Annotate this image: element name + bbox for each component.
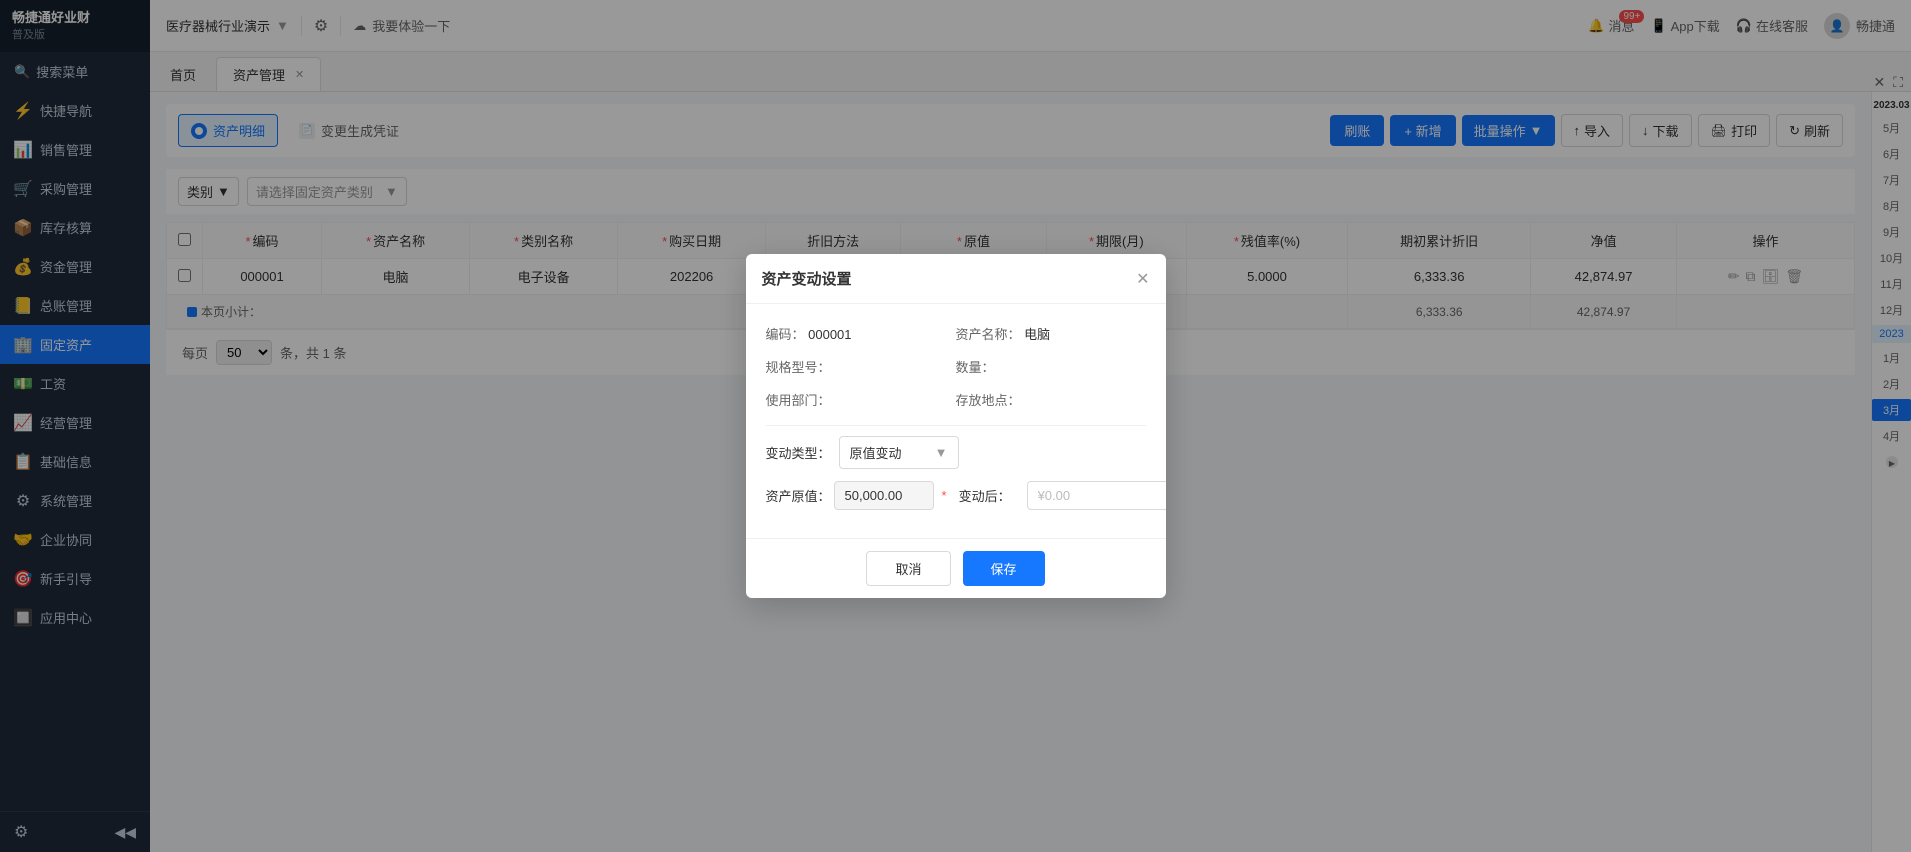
modal-spec-label: 规格型号： — [766, 360, 831, 375]
modal-code-value: 000001 — [808, 327, 851, 342]
modal-storage-label: 存放地点： — [956, 393, 1021, 408]
modal-storage-item: 存放地点： — [956, 386, 1146, 413]
modal-body: 编码： 000001 资产名称： 电脑 规格型号： 数量： — [746, 304, 1166, 538]
modal-change-type-dropdown-icon: ▼ — [935, 445, 948, 460]
modal-overlay: 资产变动设置 ✕ 编码： 000001 资产名称： 电脑 — [150, 92, 1911, 852]
modal-divider — [766, 425, 1146, 426]
modal-department-label: 使用部门： — [766, 393, 831, 408]
modal-change-type-row: 变动类型： 原值变动 ▼ — [766, 436, 1146, 469]
modal-change-type-label: 变动类型： — [766, 443, 831, 462]
modal-asset-name-value: 电脑 — [1024, 327, 1050, 342]
modal-cancel-btn[interactable]: 取消 — [866, 551, 950, 586]
modal-quantity-item: 数量： — [956, 353, 1146, 380]
required-star: * — [942, 488, 947, 503]
modal-code-item: 编码： 000001 — [766, 320, 956, 347]
modal-spec-item: 规格型号： — [766, 353, 956, 380]
main-area: 医疗器械行业演示 ▼ ⚙ ☁ 我要体验一下 🔔 消息 99+ 📱 App下载 🎧… — [150, 0, 1911, 852]
modal-footer: 取消 保存 — [746, 538, 1166, 598]
modal-original-value-label: 资产原值： — [766, 486, 826, 505]
modal-close-btn[interactable]: ✕ — [1136, 269, 1149, 289]
modal-asset-name-item: 资产名称： 电脑 — [956, 320, 1146, 347]
modal-after-change-label: 变动后： — [959, 486, 1019, 505]
modal-original-value: 50,000.00 — [834, 481, 934, 510]
asset-change-modal: 资产变动设置 ✕ 编码： 000001 资产名称： 电脑 — [746, 254, 1166, 598]
modal-change-type-value: 原值变动 — [850, 443, 902, 462]
modal-code-label: 编码： — [766, 327, 805, 342]
modal-title: 资产变动设置 — [762, 268, 852, 289]
content-wrapper: 资产明细 📄 变更生成凭证 刷账 + 新增 批量操作 ▼ — [150, 92, 1911, 852]
modal-asset-name-label: 资产名称： — [956, 327, 1021, 342]
modal-department-item: 使用部门： — [766, 386, 956, 413]
modal-value-row: 资产原值： 50,000.00 * 变动后： — [766, 481, 1146, 510]
modal-info-grid: 编码： 000001 资产名称： 电脑 规格型号： 数量： — [766, 320, 1146, 413]
modal-header: 资产变动设置 ✕ — [746, 254, 1166, 304]
modal-after-change-input[interactable] — [1027, 481, 1166, 510]
modal-save-btn[interactable]: 保存 — [963, 551, 1045, 586]
modal-change-type-select[interactable]: 原值变动 ▼ — [839, 436, 959, 469]
modal-quantity-label: 数量： — [956, 360, 995, 375]
